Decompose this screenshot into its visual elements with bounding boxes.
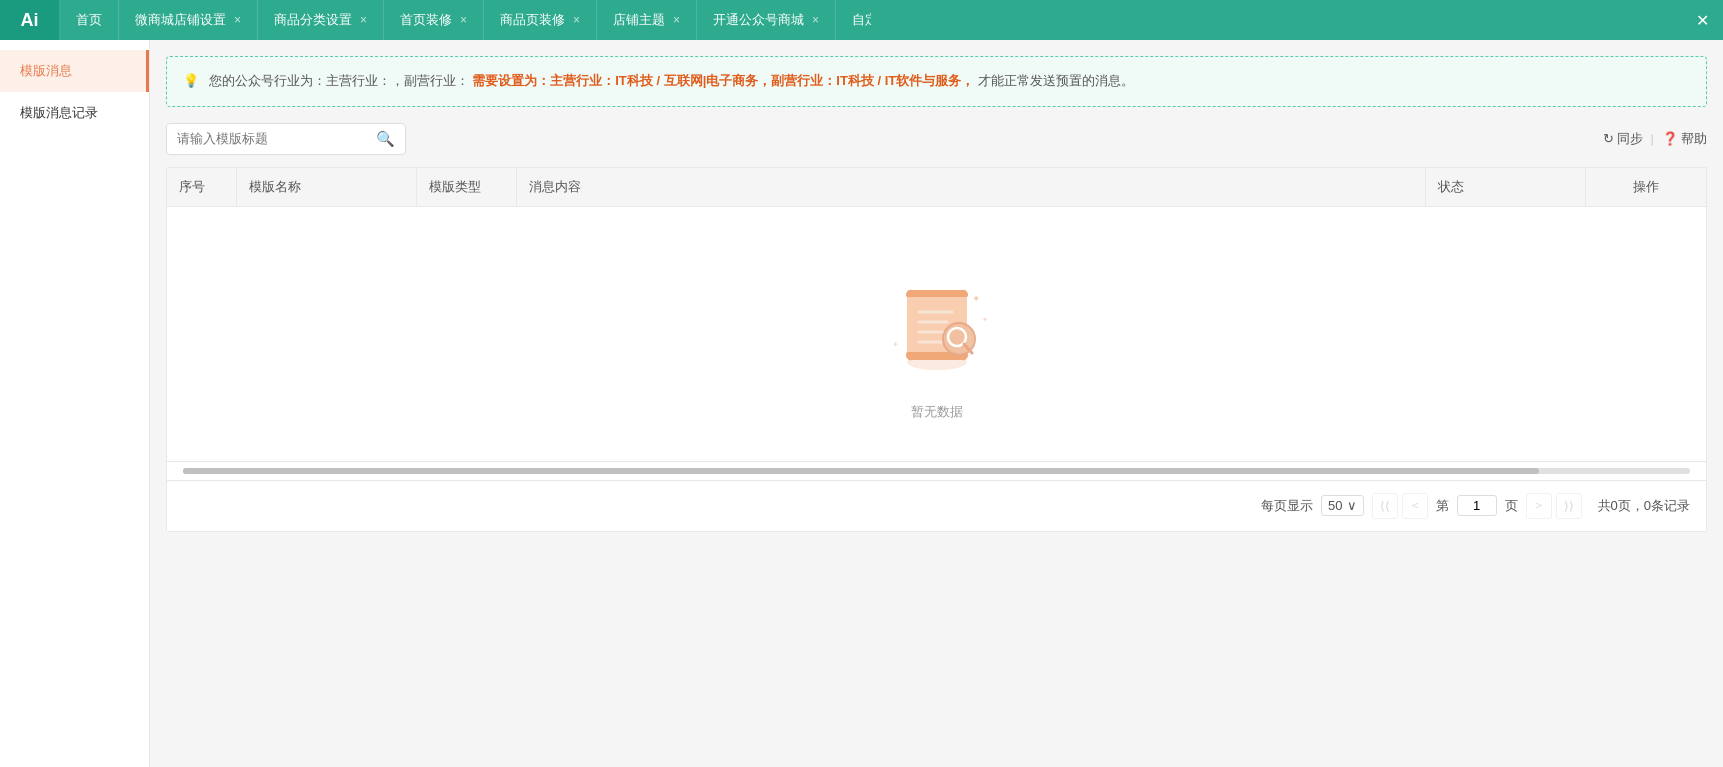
col-header-content: 消息内容 — [517, 168, 1426, 206]
tab-home-decor[interactable]: 首页装修× — [384, 0, 484, 40]
search-input[interactable] — [167, 125, 366, 152]
help-button[interactable]: ❓ 帮助 — [1662, 130, 1707, 148]
next-page-button[interactable]: ＞ — [1526, 493, 1552, 519]
page-size-select[interactable]: 50 ∨ — [1321, 495, 1363, 516]
page-total: 共0页，0条记录 — [1598, 497, 1690, 515]
notice-box: 💡 您的公众号行业为：主营行业：，副营行业： 需要设置为：主营行业：IT科技 /… — [166, 56, 1707, 107]
sync-button[interactable]: ↻ 同步 — [1603, 130, 1643, 148]
tab-close-category-settings[interactable]: × — [360, 13, 367, 27]
tab-bar: Ai 首页微商城店铺设置×商品分类设置×首页装修×商品页装修×店铺主题×开通公众… — [0, 0, 1723, 40]
scrollbar-area[interactable] — [167, 461, 1706, 480]
empty-state: ✦ ✦ ✦ 暂无数据 — [167, 207, 1706, 461]
sidebar-item-template-msg[interactable]: 模版消息 — [0, 50, 149, 92]
main-layout: 模版消息模版消息记录 💡 您的公众号行业为：主营行业：，副营行业： 需要设置为：… — [0, 40, 1723, 767]
toolbar-right: ↻ 同步 | ❓ 帮助 — [1603, 130, 1707, 148]
tab-logo: Ai — [0, 0, 60, 40]
tab-home[interactable]: 首页 — [60, 0, 119, 40]
first-page-button[interactable]: ⟨⟨ — [1372, 493, 1398, 519]
tab-shop-settings[interactable]: 微商城店铺设置× — [119, 0, 258, 40]
tab-close-product-decor[interactable]: × — [573, 13, 580, 27]
table-header: 序号 模版名称 模版类型 消息内容 状态 操作 — [167, 168, 1706, 207]
notice-highlight: 需要设置为：主营行业：IT科技 / 互联网|电子商务，副营行业：IT科技 / I… — [472, 73, 974, 88]
page-size-value: 50 — [1328, 498, 1342, 513]
toolbar-divider: | — [1651, 131, 1654, 146]
page-size-label: 每页显示 — [1261, 497, 1313, 515]
col-header-type: 模版类型 — [417, 168, 517, 206]
page-nav: ⟨⟨ ＜ 第 页 ＞ ⟩⟩ — [1372, 493, 1582, 519]
last-page-button[interactable]: ⟩⟩ — [1556, 493, 1582, 519]
tab-close-home-decor[interactable]: × — [460, 13, 467, 27]
svg-text:✦: ✦ — [892, 340, 899, 349]
pagination: 每页显示 50 ∨ ⟨⟨ ＜ 第 页 ＞ ⟩⟩ 共0页，0条记录 — [167, 480, 1706, 531]
tab-close-shop-theme[interactable]: × — [673, 13, 680, 27]
search-input-wrap: 🔍 — [166, 123, 406, 155]
empty-text: 暂无数据 — [911, 403, 963, 421]
col-header-status: 状态 — [1426, 168, 1586, 206]
svg-text:✦: ✦ — [982, 316, 988, 323]
help-icon: ❓ — [1662, 131, 1678, 146]
col-header-seq: 序号 — [167, 168, 237, 206]
tab-category-settings[interactable]: 商品分类设置× — [258, 0, 384, 40]
notice-suffix: 才能正常发送预置的消息。 — [978, 73, 1134, 88]
prev-page-button[interactable]: ＜ — [1402, 493, 1428, 519]
search-button[interactable]: 🔍 — [366, 124, 405, 154]
scrollbar-thumb — [183, 468, 1539, 474]
scrollbar-track — [183, 468, 1690, 474]
tab-product-decor[interactable]: 商品页装修× — [484, 0, 597, 40]
tab-shop-theme[interactable]: 店铺主题× — [597, 0, 697, 40]
tab-close-shop-settings[interactable]: × — [234, 13, 241, 27]
tab-open-mall[interactable]: 开通公众号商城× — [697, 0, 836, 40]
sidebar: 模版消息模版消息记录 — [0, 40, 150, 767]
page-label: 第 — [1436, 497, 1449, 515]
table-wrap: 序号 模版名称 模版类型 消息内容 状态 操作 — [166, 167, 1707, 532]
page-input[interactable] — [1457, 495, 1497, 516]
col-header-action: 操作 — [1586, 168, 1706, 206]
tab-custom-menu[interactable]: 自定义菜单× — [836, 0, 871, 40]
col-header-name: 模版名称 — [237, 168, 417, 206]
page-unit: 页 — [1505, 497, 1518, 515]
notice-prefix: 您的公众号行业为：主营行业：，副营行业： — [209, 73, 469, 88]
search-bar: 🔍 ↻ 同步 | ❓ 帮助 — [166, 123, 1707, 155]
notice-icon: 💡 — [183, 73, 199, 88]
tab-close-open-mall[interactable]: × — [812, 13, 819, 27]
content-area: 💡 您的公众号行业为：主营行业：，副营行业： 需要设置为：主营行业：IT科技 /… — [150, 40, 1723, 767]
sidebar-item-template-msg-record[interactable]: 模版消息记录 — [0, 92, 149, 134]
close-all-button[interactable]: ✕ — [1682, 11, 1723, 30]
refresh-icon: ↻ — [1603, 131, 1614, 146]
empty-icon: ✦ ✦ ✦ — [877, 267, 997, 387]
chevron-down-icon: ∨ — [1347, 498, 1357, 513]
svg-text:✦: ✦ — [972, 293, 980, 304]
